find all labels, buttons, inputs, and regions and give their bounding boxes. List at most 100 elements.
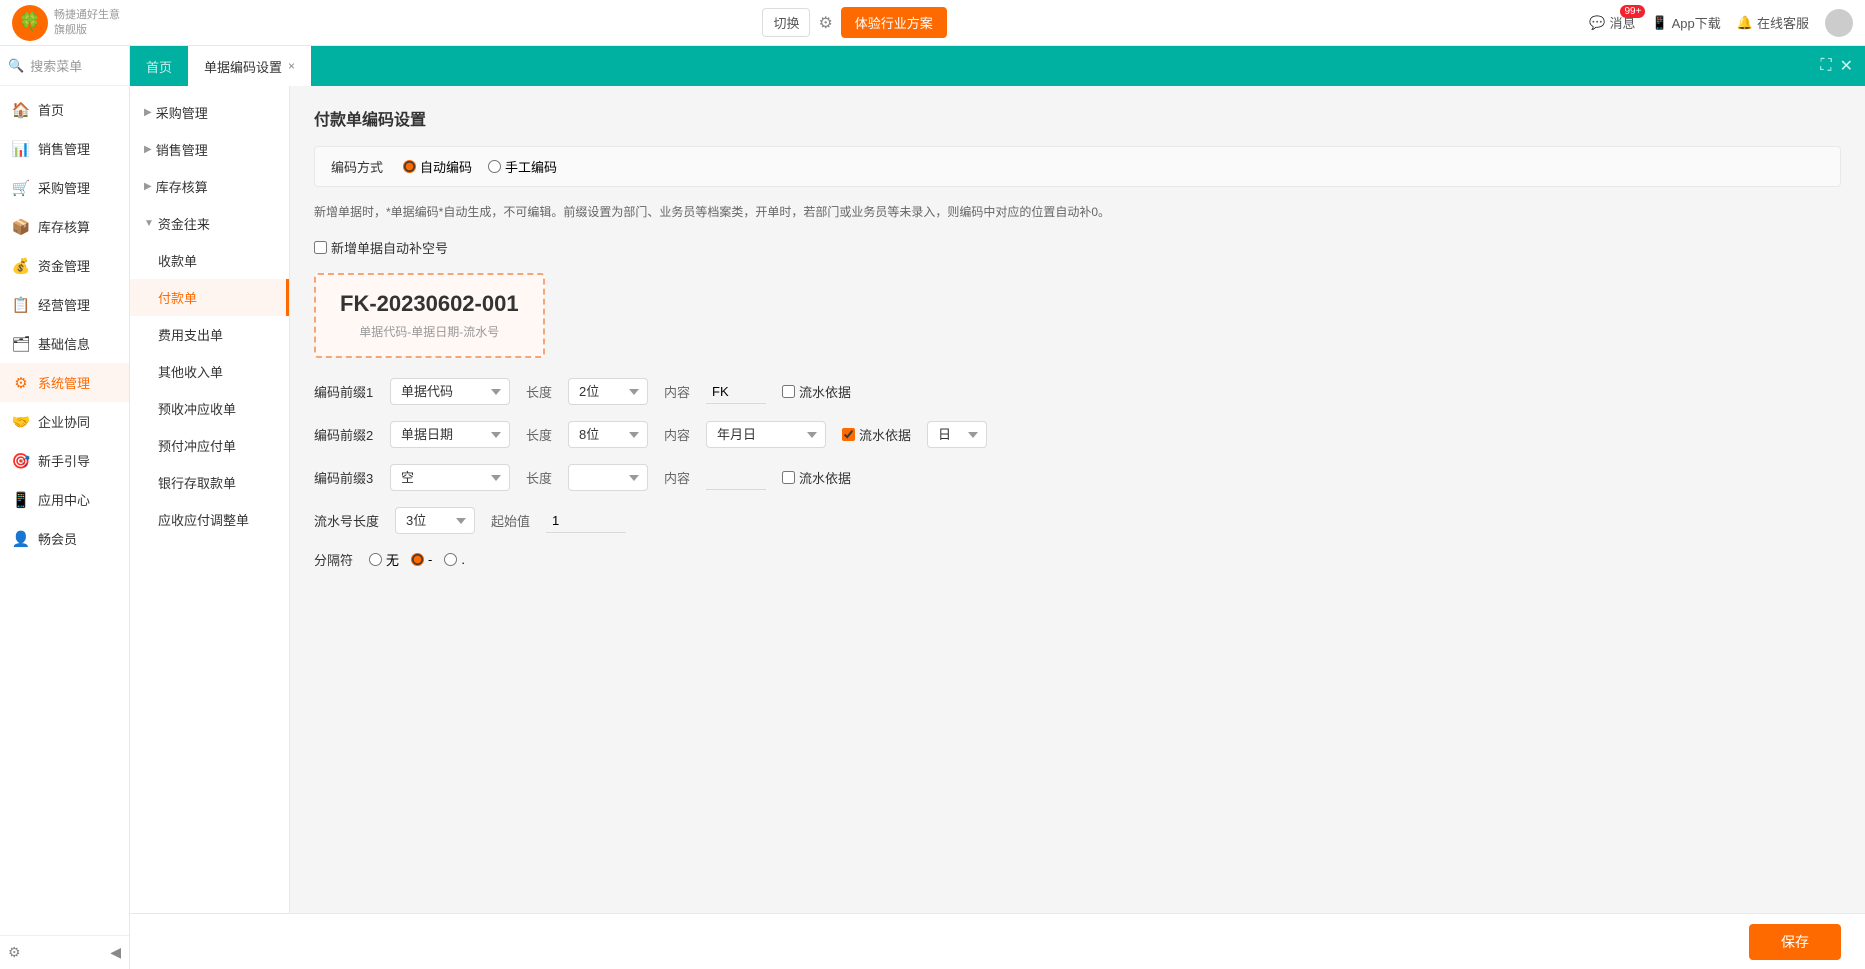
tab-current[interactable]: 单据编码设置 ×: [188, 46, 311, 86]
sub-nav-child-bank[interactable]: 银行存取款单: [130, 464, 289, 501]
online-service-icon: 🔔: [1737, 15, 1753, 31]
sep-dash-radio[interactable]: [411, 553, 424, 566]
auto-fill-checkbox-label[interactable]: 新增单据自动补空号: [314, 238, 448, 257]
prefix1-select[interactable]: 单据代码: [390, 378, 510, 405]
sub-nav-child-other-income[interactable]: 其他收入单: [130, 353, 289, 390]
sidebar-item-purchase[interactable]: 🛒 采购管理: [0, 168, 129, 207]
code-preview-box: FK-20230602-001 单据代码-单据日期-流水号: [314, 273, 545, 358]
sub-nav-child-receipt[interactable]: 收款单: [130, 242, 289, 279]
tab-maximize-button[interactable]: ⛶: [1820, 56, 1831, 76]
sep-dot-option[interactable]: .: [444, 550, 465, 569]
prefix2-serial-unit-select[interactable]: 日: [927, 421, 987, 448]
main-content: 付款单编码设置 编码方式 自动编码 手工编码: [290, 86, 1865, 913]
save-button[interactable]: 保存: [1749, 924, 1841, 960]
auto-fill-checkbox[interactable]: [314, 241, 327, 254]
separator-row: 分隔符 无 - .: [314, 550, 1841, 569]
sidebar-item-guide[interactable]: 🎯 新手引导: [0, 441, 129, 480]
sidebar-item-appcenter[interactable]: 📱 应用中心: [0, 480, 129, 519]
prefix1-content-label: 内容: [664, 382, 690, 401]
auto-encoding-radio[interactable]: [403, 160, 416, 173]
sidebar-item-operation[interactable]: 📋 经营管理: [0, 285, 129, 324]
prefix3-length-select[interactable]: [568, 464, 648, 491]
member-icon: 👤: [12, 530, 30, 548]
serial-length-label: 流水号长度: [314, 511, 379, 530]
online-service-item[interactable]: 🔔 在线客服: [1737, 13, 1809, 32]
appcenter-icon: 📱: [12, 491, 30, 509]
sub-nav-group-inventory: ▶ 库存核算: [130, 168, 289, 205]
prefix3-row: 编码前缀3 空 长度 内容 流水依据: [314, 464, 1841, 491]
tab-close-all-button[interactable]: ✕: [1840, 56, 1853, 76]
arrow-icon: ▶: [144, 181, 152, 192]
sub-nav-group-purchase: ▶ 采购管理: [130, 94, 289, 131]
arrow-icon-expanded: ▼: [144, 218, 154, 229]
sidebar-item-cooperation[interactable]: 🤝 企业协同: [0, 402, 129, 441]
prefix3-label: 编码前缀3: [314, 468, 374, 487]
home-icon: 🏠: [12, 101, 30, 119]
settings-button[interactable]: ⚙: [818, 13, 832, 33]
sub-nav-parent-sales[interactable]: ▶ 销售管理: [130, 131, 289, 168]
prefix3-serial-checkbox-label[interactable]: 流水依据: [782, 468, 851, 487]
prefix1-label: 编码前缀1: [314, 382, 374, 401]
tab-home[interactable]: 首页: [130, 46, 188, 86]
prefix1-content-input[interactable]: [706, 380, 766, 404]
auto-fill-row: 新增单据自动补空号: [314, 238, 1841, 257]
prefix3-serial-checkbox[interactable]: [782, 471, 795, 484]
encoding-method-row: 编码方式 自动编码 手工编码: [314, 146, 1841, 187]
arrow-icon: ▶: [144, 144, 152, 155]
dropdown-button[interactable]: 切换: [762, 8, 810, 37]
sidebar-settings-button[interactable]: ⚙: [8, 944, 21, 961]
sep-dash-option[interactable]: -: [411, 550, 432, 569]
sep-none-option[interactable]: 无: [369, 550, 399, 569]
prefix2-length-label: 长度: [526, 425, 552, 444]
auto-encoding-option[interactable]: 自动编码: [403, 157, 472, 176]
prefix3-content-input[interactable]: [706, 466, 766, 490]
tab-close-icon[interactable]: ×: [288, 59, 295, 73]
sub-nav-child-prepay-payable[interactable]: 预付冲应付单: [130, 427, 289, 464]
user-avatar[interactable]: [1825, 9, 1853, 37]
sidebar-collapse-button[interactable]: ◀: [110, 944, 121, 961]
sub-nav-child-prepay-receivable[interactable]: 预收冲应收单: [130, 390, 289, 427]
prefix1-length-select[interactable]: 2位: [568, 378, 648, 405]
message-item[interactable]: 💬 消息 99+: [1589, 13, 1635, 32]
prefix1-serial-checkbox-label[interactable]: 流水依据: [782, 382, 851, 401]
sidebar-item-inventory[interactable]: 📦 库存核算: [0, 207, 129, 246]
serial-length-select[interactable]: 3位: [395, 507, 475, 534]
prefix2-length-select[interactable]: 8位: [568, 421, 648, 448]
manual-encoding-option[interactable]: 手工编码: [488, 157, 557, 176]
manual-encoding-radio[interactable]: [488, 160, 501, 173]
prefix2-select[interactable]: 单据日期: [390, 421, 510, 448]
app-download-item[interactable]: 📱 App下载: [1651, 13, 1720, 32]
sep-none-radio[interactable]: [369, 553, 382, 566]
sidebar-item-basic[interactable]: 🗂 基础信息: [0, 324, 129, 363]
message-badge: 99+: [1620, 5, 1645, 18]
sidebar-item-system[interactable]: ⚙ 系统管理: [0, 363, 129, 402]
sub-nav-parent-inventory[interactable]: ▶ 库存核算: [130, 168, 289, 205]
sub-nav-parent-capital[interactable]: ▼ 资金往来: [130, 205, 289, 242]
sub-nav-parent-purchase[interactable]: ▶ 采购管理: [130, 94, 289, 131]
sidebar-item-finance[interactable]: 💰 资金管理: [0, 246, 129, 285]
sub-nav-child-expense[interactable]: 费用支出单: [130, 316, 289, 353]
guide-icon: 🎯: [12, 452, 30, 470]
experience-button[interactable]: 体验行业方案: [841, 7, 947, 38]
prefix2-content-select[interactable]: 年月日: [706, 421, 826, 448]
inventory-icon: 📦: [12, 218, 30, 236]
sidebar-item-home[interactable]: 🏠 首页: [0, 90, 129, 129]
prefix2-serial-checkbox-label[interactable]: 流水依据: [842, 425, 911, 444]
sub-nav-child-payment[interactable]: 付款单: [130, 279, 289, 316]
code-example: FK-20230602-001: [340, 291, 519, 317]
separator-label: 分隔符: [314, 550, 353, 569]
prefix1-serial-checkbox[interactable]: [782, 385, 795, 398]
app-download-icon: 📱: [1651, 15, 1667, 31]
cooperation-icon: 🤝: [12, 413, 30, 431]
sub-nav-child-adjustment[interactable]: 应收应付调整单: [130, 501, 289, 538]
prefix3-select[interactable]: 空: [390, 464, 510, 491]
serial-start-input[interactable]: [546, 509, 626, 533]
sub-sidebar: ▶ 采购管理 ▶ 销售管理 ▶ 库存核算: [130, 86, 290, 913]
sidebar-item-sales[interactable]: 📊 销售管理: [0, 129, 129, 168]
sep-dot-radio[interactable]: [444, 553, 457, 566]
right-panel: 首页 单据编码设置 × ⛶ ✕ ▶ 采购管理: [130, 46, 1865, 969]
sidebar-search[interactable]: 🔍 搜索菜单: [0, 46, 129, 86]
prefix2-serial-checkbox[interactable]: [842, 428, 855, 441]
sidebar-item-member[interactable]: 👤 畅会员: [0, 519, 129, 558]
operation-icon: 📋: [12, 296, 30, 314]
